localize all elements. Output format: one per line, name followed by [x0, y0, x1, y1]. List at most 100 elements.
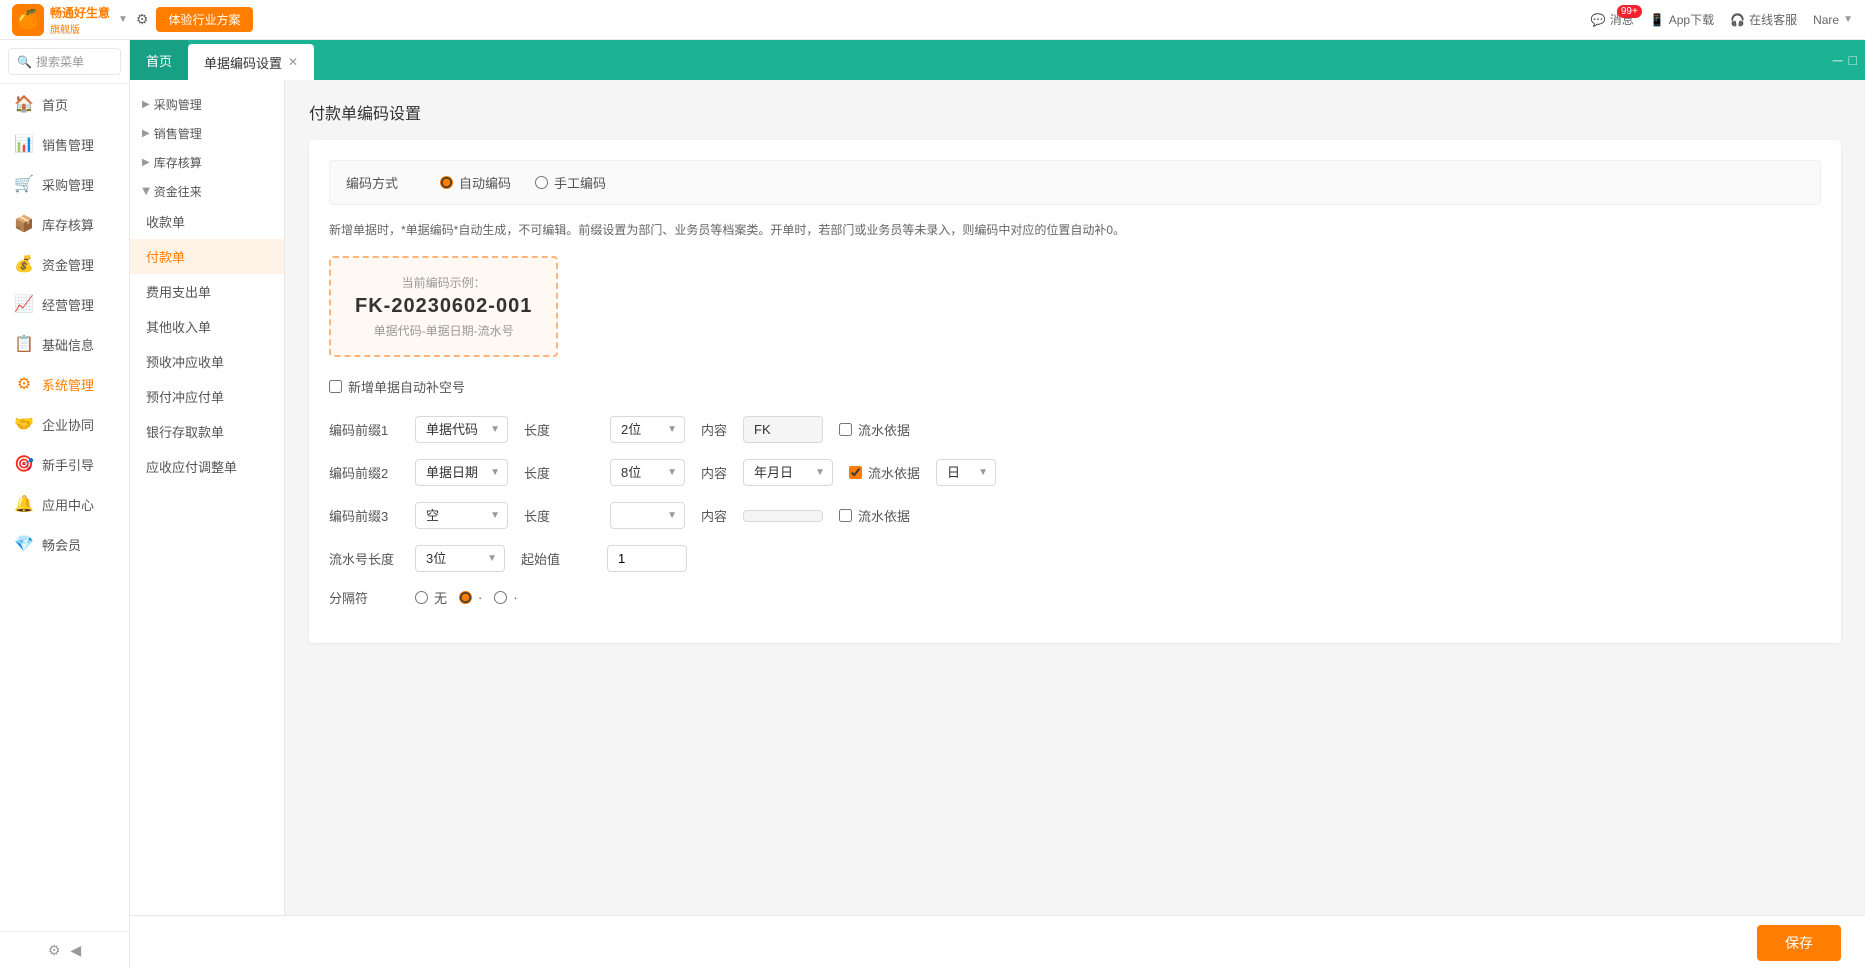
- sidebar-item-inventory[interactable]: 📦 库存核算: [0, 204, 129, 244]
- serial-length-select[interactable]: 3位 2位 4位 5位: [415, 545, 505, 572]
- code-preview-box: 当前编码示例： FK-20230602-001 单据代码-单据日期-流水号: [329, 256, 558, 357]
- sidebar-search-area[interactable]: 🔍 搜索菜单: [0, 40, 129, 84]
- sub-item-prepaid-ar[interactable]: 预收冲应收单: [130, 344, 284, 379]
- separator-dot-label[interactable]: ·: [459, 590, 482, 605]
- sub-group-purchase[interactable]: ▶ 采购管理: [130, 88, 284, 117]
- auto-fill-row: 新增单据自动补空号: [329, 377, 1821, 396]
- sidebar-item-guide[interactable]: 🎯 新手引导: [0, 444, 129, 484]
- sidebar-item-purchase[interactable]: 🛒 采购管理: [0, 164, 129, 204]
- sub-item-bank[interactable]: 银行存取款单: [130, 414, 284, 449]
- prefix3-content-label: 内容: [701, 506, 727, 525]
- sidebar-item-home[interactable]: 🏠 首页: [0, 84, 129, 124]
- sub-group-inventory[interactable]: ▶ 库存核算: [130, 146, 284, 175]
- prefix1-length-label: 长度: [524, 420, 594, 439]
- brand-icon: 🍊: [12, 4, 44, 36]
- sidebar-item-home-label: 首页: [42, 95, 68, 114]
- operations-icon: 📈: [14, 294, 34, 314]
- app-download-item[interactable]: 📱 App下载: [1650, 11, 1714, 28]
- separator-hyphen-text: ·: [513, 590, 517, 605]
- minimize-icon[interactable]: ─: [1833, 52, 1843, 68]
- brand-dropdown-icon[interactable]: ▼: [118, 14, 128, 25]
- prefix1-serial-checkbox[interactable]: [839, 423, 852, 436]
- group-sales-chevron: ▶: [142, 128, 150, 139]
- group-purchase-chevron: ▶: [142, 99, 150, 110]
- sidebar-item-finance[interactable]: 💰 资金管理: [0, 244, 129, 284]
- sidebar-item-basic-label: 基础信息: [42, 335, 94, 354]
- sub-item-receipt[interactable]: 收款单: [130, 204, 284, 239]
- auto-code-radio[interactable]: [440, 176, 453, 189]
- sub-item-expense[interactable]: 费用支出单: [130, 274, 284, 309]
- sidebar-item-collab[interactable]: 🤝 企业协同: [0, 404, 129, 444]
- prefix1-row: 编码前缀1 单据代码 部门 业务员 空 ▼ 长度 2位 3位 4位: [329, 416, 1821, 443]
- sales-icon: 📊: [14, 134, 34, 154]
- sub-item-prepaid-ap-label: 预付冲应付单: [146, 387, 224, 406]
- separator-none-label[interactable]: 无: [415, 588, 447, 607]
- experience-button[interactable]: 体验行业方案: [156, 7, 252, 32]
- prefix1-label: 编码前缀1: [329, 420, 399, 439]
- preview-sub: 单据代码-单据日期-流水号: [355, 322, 532, 339]
- app-download-label: App下载: [1669, 11, 1714, 28]
- online-service-item[interactable]: 🎧 在线客服: [1730, 11, 1797, 28]
- prefix2-serial-checkbox[interactable]: [849, 466, 862, 479]
- sub-group-sales[interactable]: ▶ 销售管理: [130, 117, 284, 146]
- collapse-icon[interactable]: ◀: [70, 942, 81, 959]
- settings-bottom-icon[interactable]: ⚙: [48, 942, 61, 959]
- sidebar-item-apps[interactable]: 🔔 应用中心: [0, 484, 129, 524]
- sidebar-item-sales[interactable]: 📊 销售管理: [0, 124, 129, 164]
- save-button[interactable]: 保存: [1757, 925, 1841, 961]
- sub-item-adjust[interactable]: 应收应付调整单: [130, 449, 284, 484]
- prefix2-period-select[interactable]: 日 月 年: [936, 459, 996, 486]
- sub-item-other-income[interactable]: 其他收入单: [130, 309, 284, 344]
- tab-encoding[interactable]: 单据编码设置 ✕: [188, 44, 314, 80]
- auto-fill-checkbox[interactable]: [329, 380, 342, 393]
- content-area: 付款单编码设置 编码方式 自动编码 手工编码 新增单据时，*单据编码*自动生成，…: [285, 80, 1865, 969]
- separator-dot-radio[interactable]: [459, 591, 472, 604]
- start-value-input[interactable]: [607, 545, 687, 572]
- encoding-method-label: 编码方式: [346, 173, 416, 192]
- tab-close-icon[interactable]: ✕: [288, 55, 298, 69]
- sidebar-item-member[interactable]: 💎 畅会员: [0, 524, 129, 564]
- prefix2-length-label: 长度: [524, 463, 594, 482]
- prefix3-serial-checkbox[interactable]: [839, 509, 852, 522]
- auto-code-radio-label[interactable]: 自动编码: [440, 173, 511, 192]
- user-avatar[interactable]: Nare ▼: [1813, 13, 1853, 27]
- user-name: Nare: [1813, 13, 1839, 27]
- prefix2-content-label: 内容: [701, 463, 727, 482]
- separator-label: 分隔符: [329, 588, 399, 607]
- sub-group-capital[interactable]: ▶ 资金往来: [130, 175, 284, 204]
- separator-none-radio[interactable]: [415, 591, 428, 604]
- tab-home-label: 首页: [146, 51, 172, 70]
- prefix2-select[interactable]: 单据日期 部门 业务员 空: [415, 459, 508, 486]
- search-menu-button[interactable]: 🔍 搜索菜单: [8, 48, 121, 75]
- sub-item-prepaid-ap[interactable]: 预付冲应付单: [130, 379, 284, 414]
- prefix3-length-select[interactable]: [610, 502, 685, 529]
- tab-encoding-label: 单据编码设置: [204, 53, 282, 72]
- sidebar-item-basic[interactable]: 📋 基础信息: [0, 324, 129, 364]
- prefix1-serial-label[interactable]: 流水依据: [839, 420, 910, 439]
- message-item[interactable]: 💬 消息 99+: [1591, 11, 1634, 28]
- prefix2-serial-label[interactable]: 流水依据: [849, 463, 920, 482]
- prefix2-length-select[interactable]: 8位 6位 4位: [610, 459, 685, 486]
- maximize-icon[interactable]: □: [1849, 52, 1857, 68]
- message-badge: 99+: [1617, 5, 1642, 18]
- separator-none-text: 无: [434, 588, 447, 607]
- main-sidebar: 🔍 搜索菜单 🏠 首页 📊 销售管理 🛒 采购管理 📦 库存核算 💰 资金管理 …: [0, 40, 130, 969]
- prefix3-serial-label[interactable]: 流水依据: [839, 506, 910, 525]
- tabs-right: ─ □: [1825, 40, 1865, 80]
- manual-code-radio[interactable]: [535, 176, 548, 189]
- search-icon: 🔍: [17, 55, 32, 69]
- settings-icon[interactable]: ⚙: [136, 11, 149, 28]
- sidebar-item-operations[interactable]: 📈 经营管理: [0, 284, 129, 324]
- guide-icon: 🎯: [14, 454, 34, 474]
- tab-home[interactable]: 首页: [130, 40, 188, 80]
- manual-code-radio-label[interactable]: 手工编码: [535, 173, 606, 192]
- prefix3-select[interactable]: 空 单据代码 部门 业务员: [415, 502, 508, 529]
- separator-hyphen-label[interactable]: ·: [494, 590, 517, 605]
- prefix2-content-select[interactable]: 年月日 年月 月日 年: [743, 459, 833, 486]
- sub-item-payment[interactable]: 付款单: [130, 239, 284, 274]
- prefix1-length-select[interactable]: 2位 3位 4位: [610, 416, 685, 443]
- sidebar-item-system[interactable]: ⚙ 系统管理: [0, 364, 129, 404]
- prefix1-select[interactable]: 单据代码 部门 业务员 空: [415, 416, 508, 443]
- prefix3-label: 编码前缀3: [329, 506, 399, 525]
- separator-hyphen-radio[interactable]: [494, 591, 507, 604]
